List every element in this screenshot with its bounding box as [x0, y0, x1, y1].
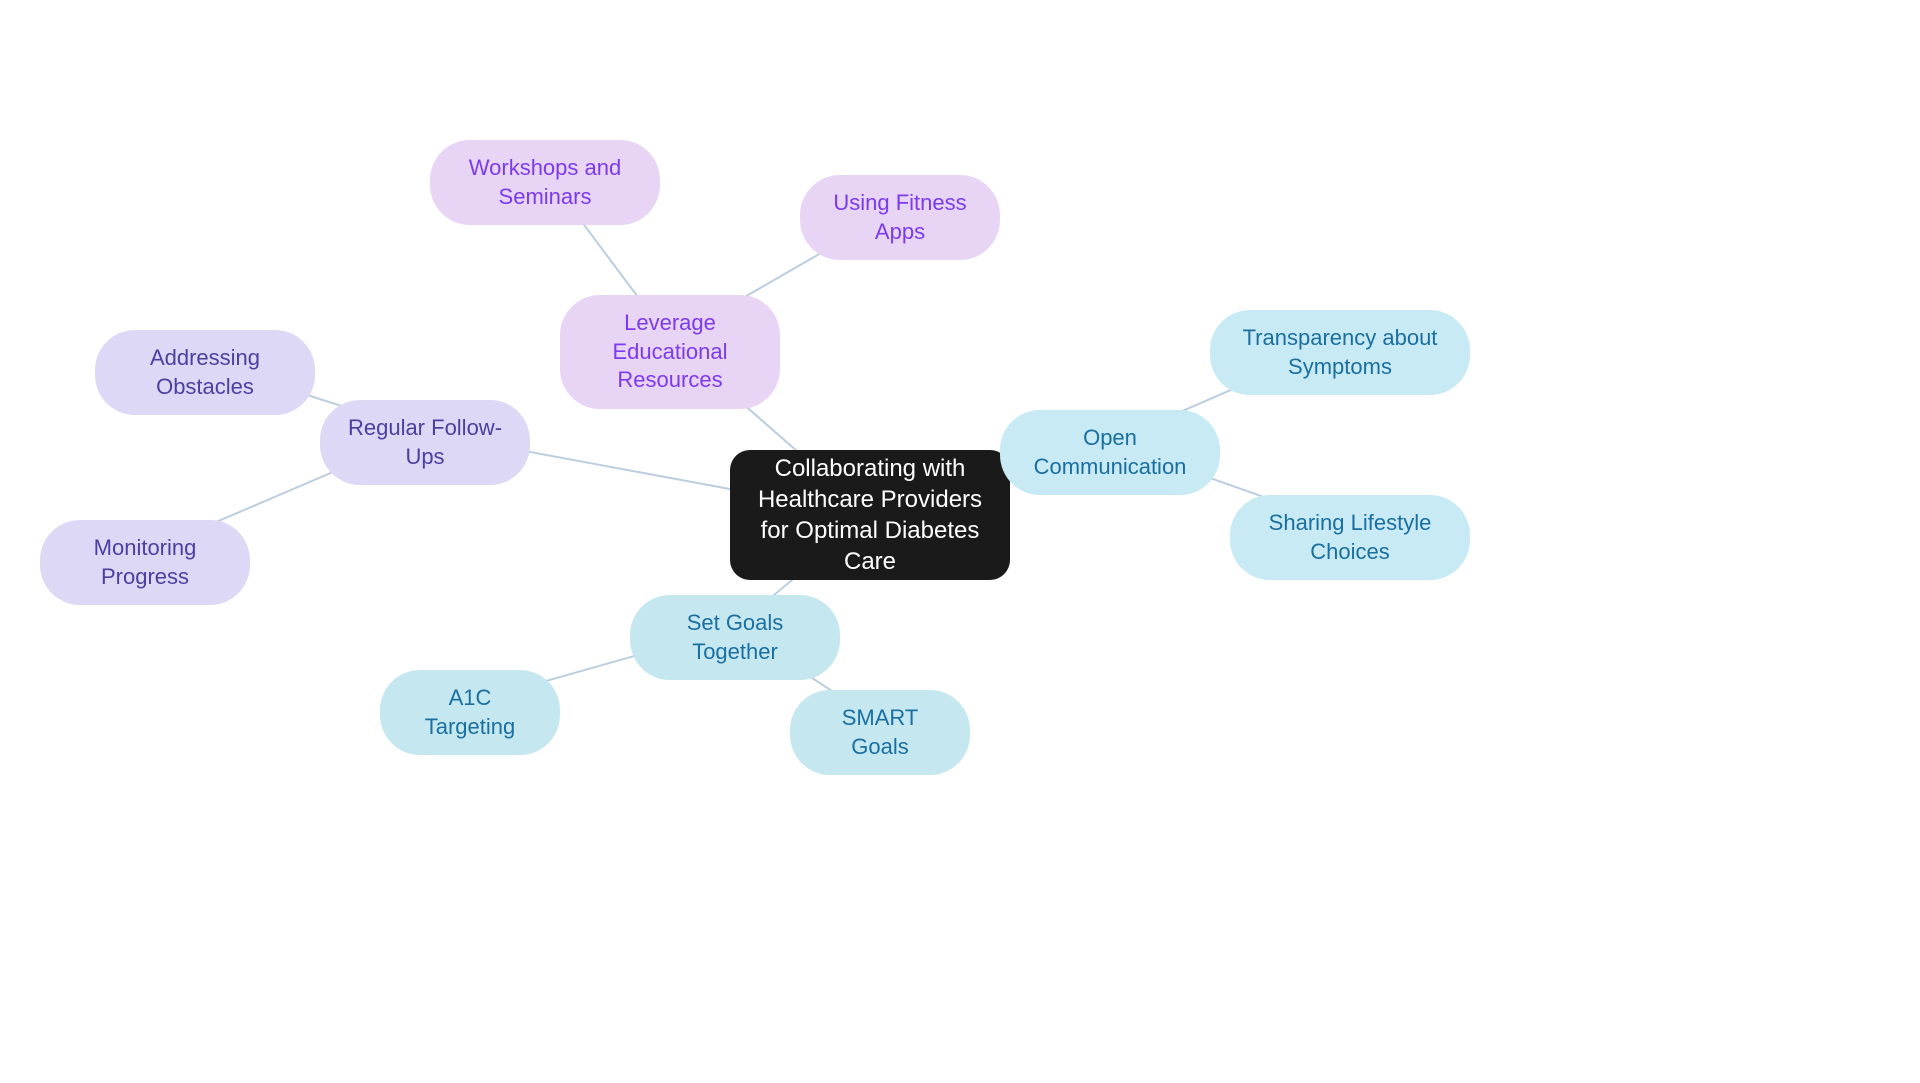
- node-regular-followups[interactable]: Regular Follow-Ups: [320, 400, 530, 485]
- node-smart-goals[interactable]: SMART Goals: [790, 690, 970, 775]
- node-monitoring-progress[interactable]: Monitoring Progress: [40, 520, 250, 605]
- node-open-communication[interactable]: Open Communication: [1000, 410, 1220, 495]
- node-addressing-obstacles[interactable]: Addressing Obstacles: [95, 330, 315, 415]
- node-sharing-lifestyle[interactable]: Sharing Lifestyle Choices: [1230, 495, 1470, 580]
- node-leverage[interactable]: Leverage Educational Resources: [560, 295, 780, 409]
- center-node[interactable]: Collaborating with Healthcare Providers …: [730, 450, 1010, 580]
- mind-map: Collaborating with Healthcare Providers …: [0, 0, 1920, 1083]
- node-fitness-apps[interactable]: Using Fitness Apps: [800, 175, 1000, 260]
- node-set-goals[interactable]: Set Goals Together: [630, 595, 840, 680]
- node-workshops[interactable]: Workshops and Seminars: [430, 140, 660, 225]
- node-transparency[interactable]: Transparency about Symptoms: [1210, 310, 1470, 395]
- node-a1c-targeting[interactable]: A1C Targeting: [380, 670, 560, 755]
